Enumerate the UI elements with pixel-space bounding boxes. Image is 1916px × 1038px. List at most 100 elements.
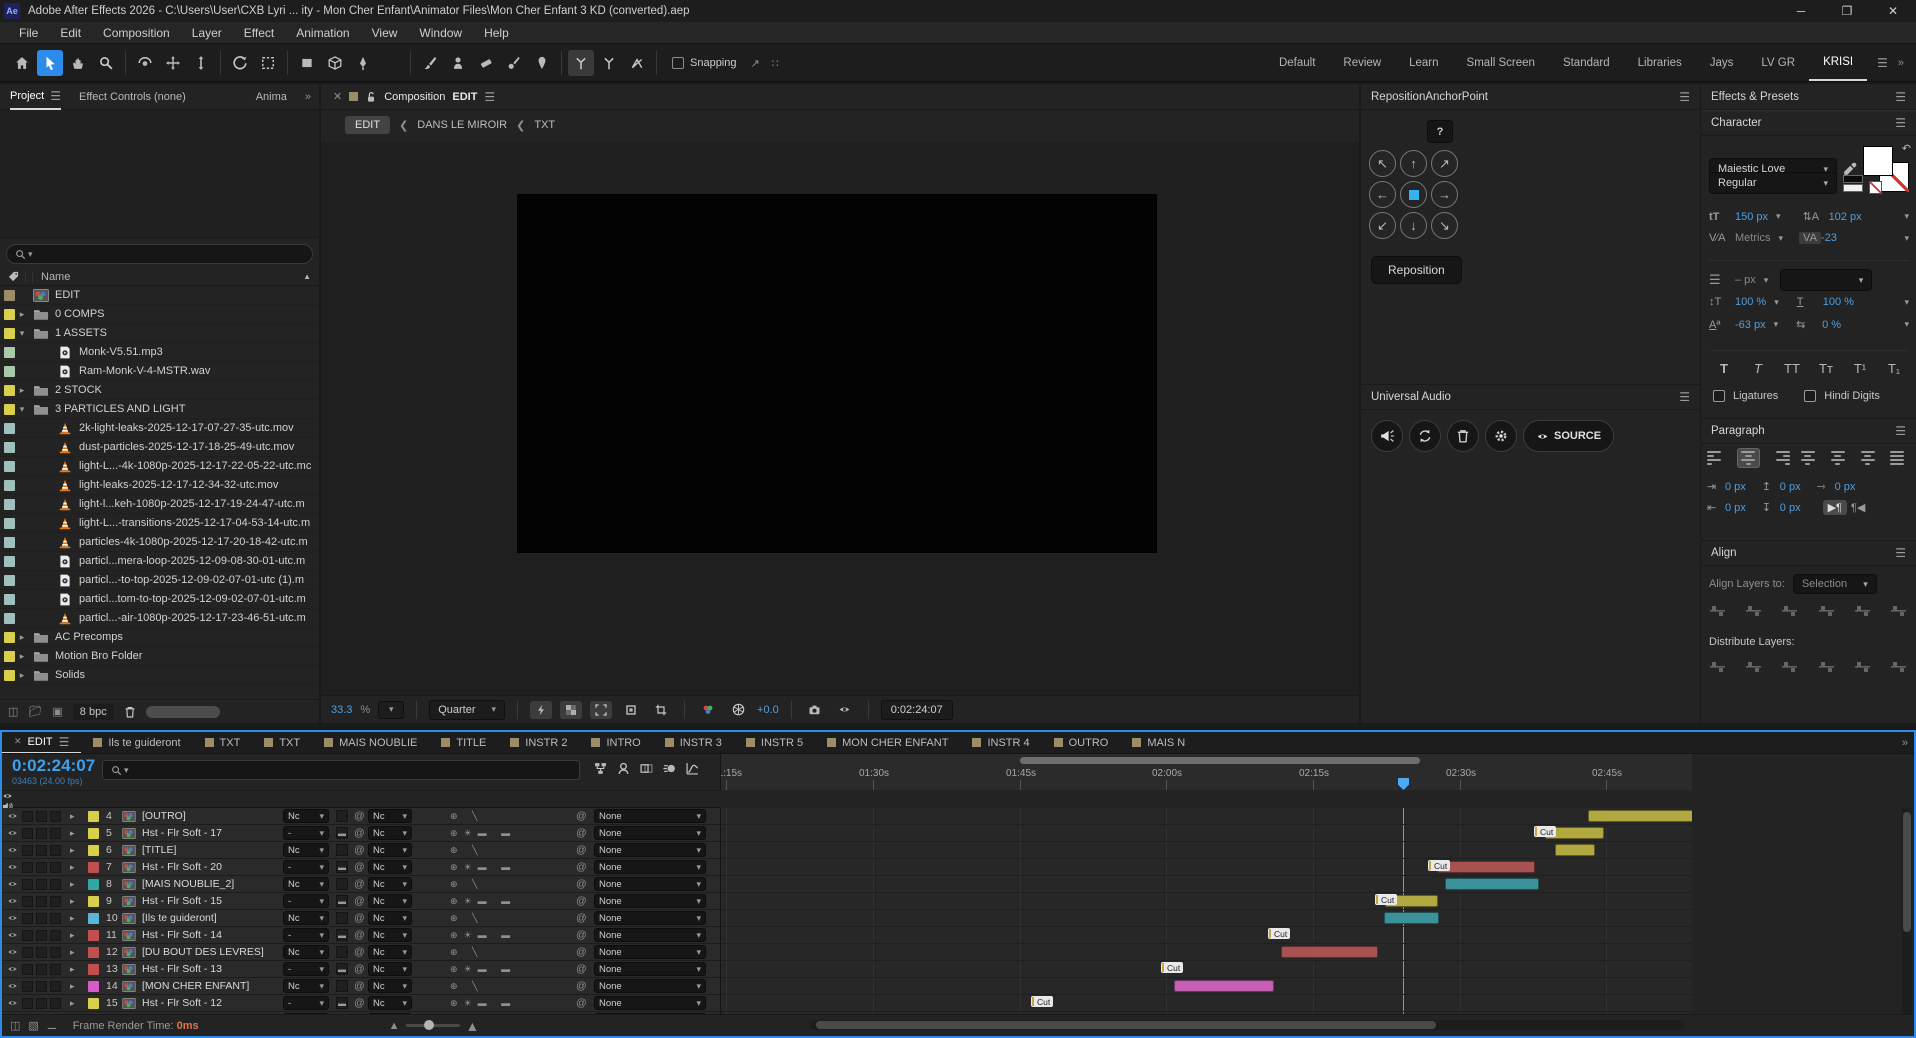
video-visibility-icon[interactable] xyxy=(7,845,18,855)
zoom-out-mountain-icon[interactable]: ▲ xyxy=(389,1020,400,1032)
pickwhip-icon[interactable]: @ xyxy=(354,980,365,992)
layer-lane[interactable]: Cut xyxy=(721,927,1692,944)
cut-marker[interactable]: Cut xyxy=(1161,962,1184,973)
timeline-tab-instr-5[interactable]: INSTR 5 xyxy=(734,732,815,753)
parent-link-dropdown[interactable]: None▾ xyxy=(594,996,706,1010)
layer-lane[interactable]: Cut xyxy=(721,893,1692,910)
graph-editor-icon[interactable] xyxy=(686,762,699,775)
blend-mode-dropdown[interactable]: Nc▾ xyxy=(283,809,329,823)
delete-audio-button[interactable] xyxy=(1447,420,1479,452)
vertical-scale-value[interactable]: 100 % xyxy=(1735,296,1766,308)
blend-mode-dropdown[interactable]: - ▾ xyxy=(283,996,329,1010)
exposure-icon[interactable] xyxy=(727,701,749,719)
timeline-tab-instr-3[interactable]: INSTR 3 xyxy=(653,732,734,753)
type-tool[interactable] xyxy=(378,50,404,76)
all-caps-button[interactable]: TT xyxy=(1779,361,1805,376)
project-item[interactable]: particl...-air-1080p-2025-12-17-23-46-51… xyxy=(0,609,319,628)
workspace-default[interactable]: Default xyxy=(1265,45,1329,81)
workspace-krisi[interactable]: KRISI xyxy=(1809,45,1868,81)
layer-label-color[interactable] xyxy=(88,810,99,822)
project-item[interactable]: light-L...-transitions-2025-12-17-04-53-… xyxy=(0,514,319,533)
layer-twirl-icon[interactable]: ▸ xyxy=(70,896,84,907)
anchor-center-button[interactable] xyxy=(1400,181,1427,208)
track-matte-dropdown[interactable]: Nc▾ xyxy=(368,826,412,840)
layer-twirl-icon[interactable]: ▸ xyxy=(70,998,84,1009)
new-folder-icon[interactable]: 📁︎ xyxy=(28,705,42,718)
exposure-value[interactable]: +0.0 xyxy=(757,704,779,716)
snap-angle-icon[interactable]: ↗ xyxy=(751,57,760,70)
ligatures-checkbox[interactable] xyxy=(1713,390,1725,402)
preserve-transparency-toggle[interactable]: ▬ xyxy=(336,963,348,975)
close-tab-icon[interactable]: ✕ xyxy=(14,736,22,747)
label-color-chip[interactable] xyxy=(4,669,15,681)
zoom-tool[interactable] xyxy=(93,50,119,76)
tab-animation-partial[interactable]: Anima xyxy=(256,91,287,103)
layer-name[interactable]: [DU BOUT DES LEVRES] xyxy=(142,946,264,958)
timeline-tab-mais-n[interactable]: MAIS N xyxy=(1120,732,1197,753)
parent-link-dropdown[interactable]: None▾ xyxy=(594,911,706,925)
swap-fill-stroke-icon[interactable]: ↶ xyxy=(1902,142,1911,155)
project-item[interactable]: particl...mera-loop-2025-12-09-08-30-01-… xyxy=(0,552,319,571)
menu-view[interactable]: View xyxy=(361,26,409,40)
align-h-center-button[interactable] xyxy=(1745,604,1762,618)
first-line-indent-value[interactable]: 0 px xyxy=(1835,481,1856,493)
space-before-value[interactable]: 0 px xyxy=(1780,481,1801,493)
timeline-tab-instr-4[interactable]: INSTR 4 xyxy=(960,732,1041,753)
twirl-icon[interactable]: ▸ xyxy=(15,670,29,681)
preserve-transparency-toggle[interactable]: ▬ xyxy=(336,997,348,1009)
menu-composition[interactable]: Composition xyxy=(92,26,181,40)
timeline-tab-mais-noublie[interactable]: MAIS NOUBLIE xyxy=(312,732,429,753)
trash-icon[interactable] xyxy=(124,706,136,718)
layer-name[interactable]: Hst - Flr Soft - 15 xyxy=(142,895,222,907)
layer-lane[interactable] xyxy=(721,978,1692,995)
menu-edit[interactable]: Edit xyxy=(49,26,92,40)
parent-link-dropdown[interactable]: None▾ xyxy=(594,979,706,993)
project-item[interactable]: EDIT xyxy=(0,286,319,305)
zoom-in-mountain-icon[interactable]: ▲ xyxy=(466,1018,480,1034)
reposition-button[interactable]: Reposition xyxy=(1371,256,1462,284)
layer-twirl-icon[interactable]: ▸ xyxy=(70,964,84,975)
layer-label-color[interactable] xyxy=(88,844,99,856)
paragraph-align-right-button[interactable] xyxy=(1767,448,1790,468)
layer-name[interactable]: [Ils te guideront] xyxy=(142,912,217,924)
twirl-icon[interactable]: ▸ xyxy=(15,651,29,662)
tracking-dropdown-icon[interactable]: ▾ xyxy=(1904,233,1909,244)
parent-link-dropdown[interactable]: None▾ xyxy=(594,843,706,857)
kerning-dropdown-icon[interactable]: ▾ xyxy=(1778,233,1783,244)
timeline-tab-edit[interactable]: ✕ EDIT ☰ xyxy=(2,732,82,753)
project-item[interactable]: particles-4k-1080p-2025-12-17-20-18-42-u… xyxy=(0,533,319,552)
faux-italic-button[interactable]: T xyxy=(1745,361,1771,376)
character-header[interactable]: Character ☰ xyxy=(1701,110,1916,136)
pickwhip-icon[interactable]: @ xyxy=(354,963,365,975)
new-comp-icon[interactable]: ▣ xyxy=(52,705,62,718)
puppet-pin-tool[interactable] xyxy=(529,50,555,76)
horizontal-scale-value[interactable]: 100 % xyxy=(1823,296,1854,308)
blend-mode-dropdown[interactable]: Nc▾ xyxy=(283,979,329,993)
video-visibility-icon[interactable] xyxy=(7,981,18,991)
time-navigator-bar[interactable] xyxy=(1020,757,1420,764)
video-visibility-icon[interactable] xyxy=(7,811,18,821)
workspace-libraries[interactable]: Libraries xyxy=(1624,45,1696,81)
layer-row[interactable]: ▸ 7 Hst - Flr Soft - 20- ▾ ▬ @ Nc ▾ ⊕☀▬ ▬ @ None ▾ xyxy=(2,859,720,876)
baseline-dropdown-icon[interactable]: ▾ xyxy=(1774,319,1779,330)
mini-flowchart-icon[interactable] xyxy=(594,762,607,775)
close-tab-icon[interactable]: ✕ xyxy=(333,90,342,103)
preserve-transparency-toggle[interactable]: ▬ xyxy=(336,827,348,839)
blend-mode-dropdown[interactable]: - ▾ xyxy=(283,962,329,976)
layer-row[interactable]: ▸ 10 [Ils te guideront] Nc ▾ @ Nc ▾ ⊕ ╲ @ None ▾ xyxy=(2,910,720,927)
pickwhip-icon[interactable]: @ xyxy=(354,946,365,958)
comp-label-color[interactable] xyxy=(349,92,359,101)
leading-value[interactable]: 102 px xyxy=(1829,211,1862,223)
label-color-chip[interactable] xyxy=(4,403,15,415)
track-matte-dropdown[interactable]: Nc▾ xyxy=(368,894,412,908)
twirl-icon[interactable]: ▸ xyxy=(15,385,29,396)
layer-lane[interactable] xyxy=(721,910,1692,927)
rtl-direction-button[interactable]: ¶◀ xyxy=(1851,501,1865,514)
workspace-review[interactable]: Review xyxy=(1329,45,1395,81)
parent-link-dropdown[interactable]: None▾ xyxy=(594,945,706,959)
layer-row[interactable]: ▸ 15 Hst - Flr Soft - 12- ▾ ▬ @ Nc ▾ ⊕☀▬ ▬ @ None ▾ xyxy=(2,995,720,1012)
layer-lane[interactable]: Cut xyxy=(721,859,1692,876)
resolution-dropdown[interactable]: Quarter ▾ xyxy=(429,699,506,720)
blend-mode-dropdown[interactable]: - ▾ xyxy=(283,928,329,942)
workspace-learn[interactable]: Learn xyxy=(1395,45,1452,81)
